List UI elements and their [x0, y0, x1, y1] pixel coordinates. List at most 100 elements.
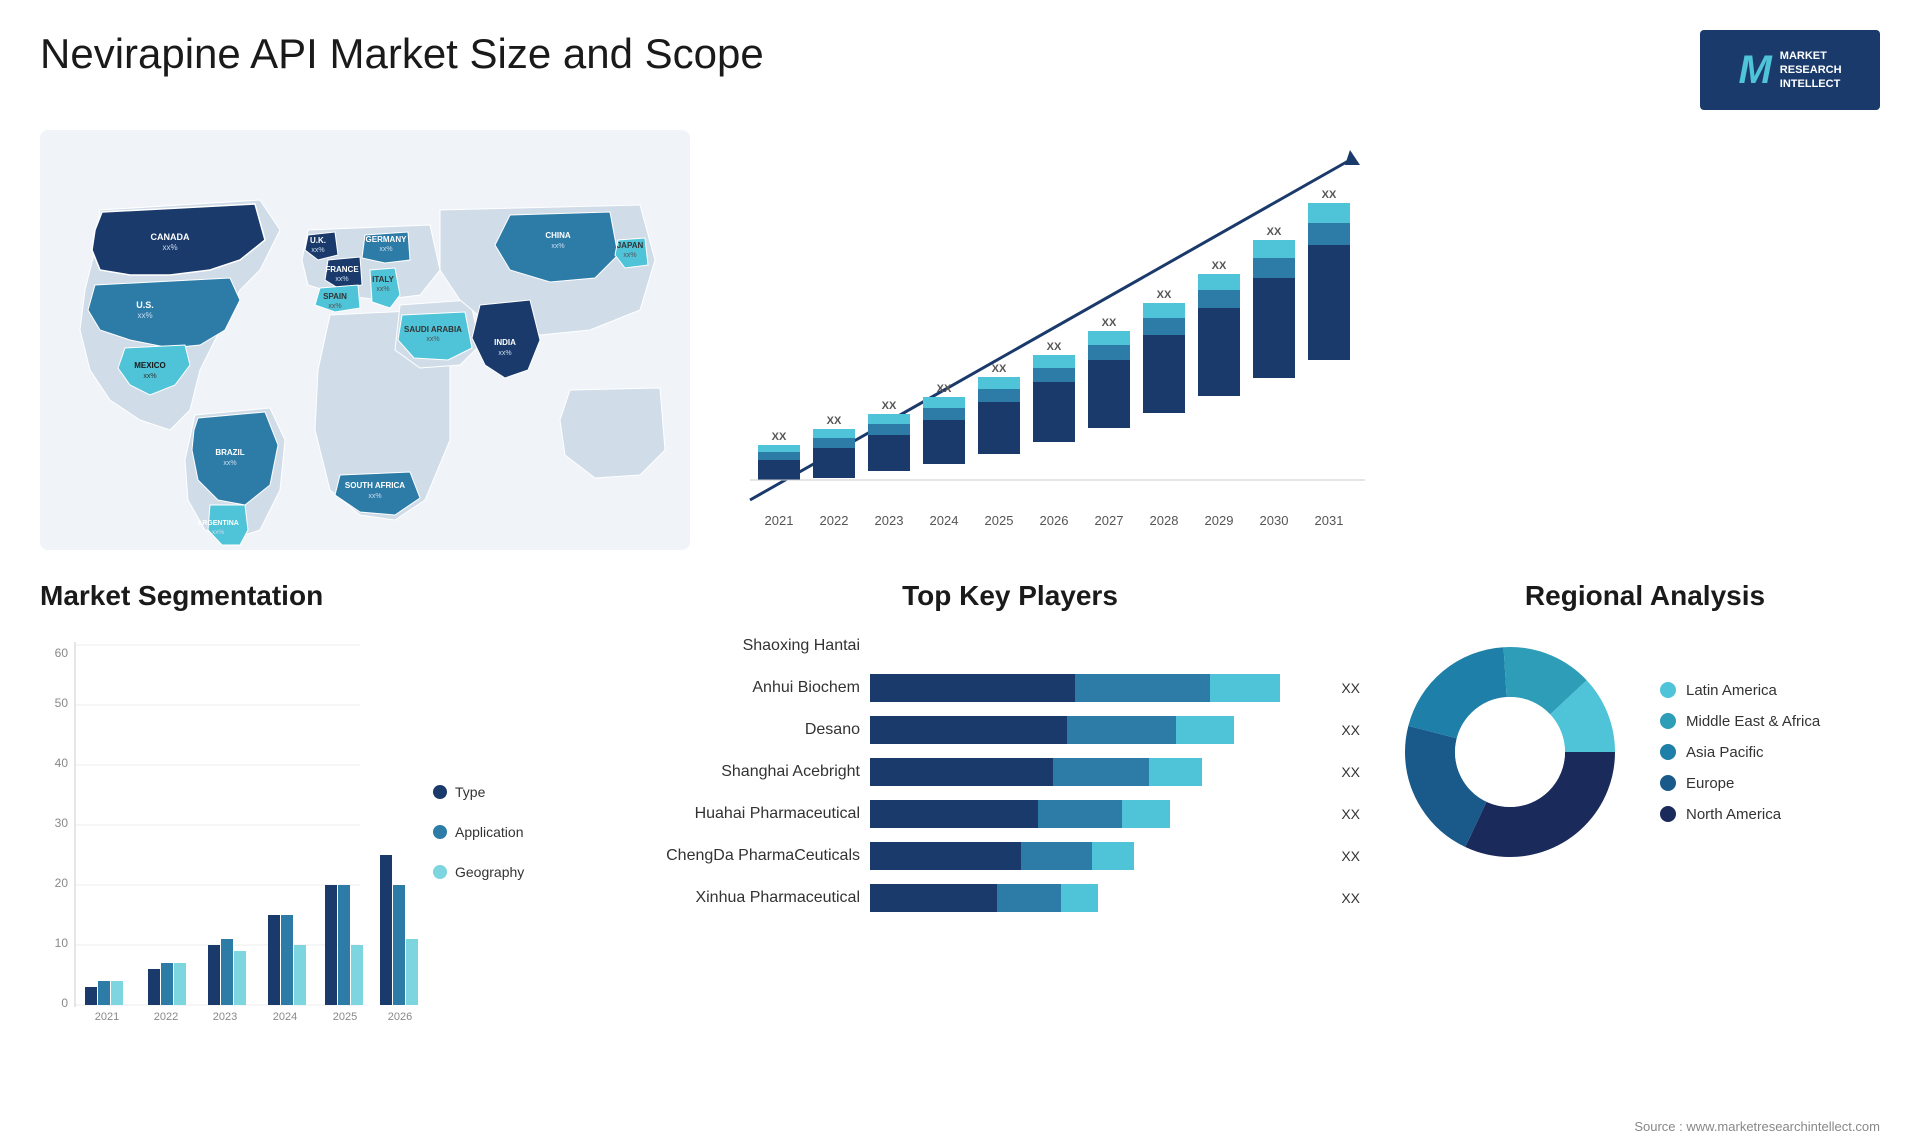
map-section: CANADA xx% U.S. xx% MEXICO xx% BRAZIL xx… — [40, 130, 690, 550]
legend-label-na: North America — [1686, 806, 1781, 823]
player-val-xinhua: XX — [1341, 890, 1360, 906]
player-bar-chengda — [870, 842, 1325, 870]
svg-text:xx%: xx% — [223, 460, 236, 467]
svg-text:XX: XX — [882, 400, 897, 412]
svg-text:2021: 2021 — [95, 1011, 119, 1023]
svg-text:SPAIN: SPAIN — [323, 292, 347, 301]
svg-text:2026: 2026 — [1040, 513, 1069, 528]
player-name-xinhua: Xinhua Pharmaceutical — [660, 889, 860, 907]
logo-area: M MARKET RESEARCH INTELLECT — [1700, 30, 1880, 110]
player-name-anhui: Anhui Biochem — [660, 679, 860, 697]
svg-text:Geography: Geography — [455, 864, 524, 880]
segmentation-chart: 0 10 20 30 40 50 60 2021 2022 2023 — [40, 632, 560, 1052]
header: Nevirapine API Market Size and Scope M M… — [40, 30, 1880, 110]
segmentation-section: Market Segmentation 0 10 20 30 40 50 60 … — [40, 580, 600, 1100]
legend-item-mea: Middle East & Africa — [1660, 713, 1820, 730]
players-section: Top Key Players Shaoxing Hantai Anhui Bi… — [660, 580, 1360, 1100]
growth-bar-chart: XX 2021 XX 2022 XX 2023 XX 2024 XX 2025 … — [710, 130, 1390, 550]
legend-item-apac: Asia Pacific — [1660, 744, 1820, 761]
svg-text:xx%: xx% — [379, 246, 392, 253]
player-name-shanghai: Shanghai Acebright — [660, 763, 860, 781]
player-name-desano: Desano — [660, 721, 860, 739]
svg-text:2031: 2031 — [1315, 513, 1344, 528]
svg-text:2023: 2023 — [875, 513, 904, 528]
svg-text:ITALY: ITALY — [372, 275, 394, 284]
svg-text:2027: 2027 — [1095, 513, 1124, 528]
player-bar-huahai — [870, 800, 1325, 828]
donut-chart — [1390, 632, 1630, 872]
player-val-shanghai: XX — [1341, 764, 1360, 780]
svg-text:XX: XX — [827, 415, 842, 427]
logo-box: M MARKET RESEARCH INTELLECT — [1700, 30, 1880, 110]
player-row-chengda: ChengDa PharmaCeuticals XX — [660, 842, 1360, 870]
svg-text:2030: 2030 — [1260, 513, 1289, 528]
svg-text:Type: Type — [455, 784, 486, 800]
svg-text:xx%: xx% — [311, 247, 324, 254]
svg-text:2022: 2022 — [820, 513, 849, 528]
svg-text:0: 0 — [61, 996, 68, 1010]
svg-text:SAUDI ARABIA: SAUDI ARABIA — [404, 325, 462, 334]
legend-dot-europe — [1660, 775, 1676, 791]
svg-text:xx%: xx% — [368, 493, 381, 500]
player-bar-shaoxing — [870, 632, 1360, 660]
svg-text:xx%: xx% — [623, 252, 636, 259]
player-row-shanghai: Shanghai Acebright XX — [660, 758, 1360, 786]
svg-text:2024: 2024 — [273, 1011, 297, 1023]
svg-text:BRAZIL: BRAZIL — [215, 448, 244, 457]
svg-text:xx%: xx% — [376, 286, 389, 293]
player-bar-anhui — [870, 674, 1325, 702]
svg-text:FRANCE: FRANCE — [325, 265, 359, 274]
logo-letter: M — [1738, 48, 1771, 93]
svg-text:20: 20 — [55, 876, 69, 890]
player-val-anhui: XX — [1341, 680, 1360, 696]
legend-item-na: North America — [1660, 806, 1820, 823]
player-bar-xinhua — [870, 884, 1325, 912]
player-val-chengda: XX — [1341, 848, 1360, 864]
legend-label-latin: Latin America — [1686, 682, 1777, 699]
svg-text:GERMANY: GERMANY — [366, 235, 408, 244]
legend-dot-apac — [1660, 744, 1676, 760]
svg-text:CHINA: CHINA — [545, 231, 571, 240]
svg-text:XX: XX — [1267, 226, 1282, 238]
svg-text:xx%: xx% — [335, 276, 348, 283]
svg-text:60: 60 — [55, 646, 69, 660]
page-title: Nevirapine API Market Size and Scope — [40, 30, 764, 78]
svg-text:xx%: xx% — [212, 529, 225, 536]
svg-text:xx%: xx% — [498, 350, 511, 357]
svg-text:XX: XX — [992, 363, 1007, 375]
player-row-desano: Desano XX — [660, 716, 1360, 744]
svg-text:30: 30 — [55, 816, 69, 830]
svg-text:2026: 2026 — [388, 1011, 412, 1023]
svg-text:U.K.: U.K. — [310, 236, 326, 245]
svg-text:2021: 2021 — [765, 513, 794, 528]
legend-dot-na — [1660, 806, 1676, 822]
source-text: Source : www.marketresearchintellect.com — [1634, 1119, 1880, 1134]
svg-text:MEXICO: MEXICO — [134, 361, 166, 370]
svg-text:XX: XX — [1047, 341, 1062, 353]
player-row-anhui: Anhui Biochem XX — [660, 674, 1360, 702]
svg-text:INDIA: INDIA — [494, 338, 516, 347]
world-map: CANADA xx% U.S. xx% MEXICO xx% BRAZIL xx… — [40, 130, 690, 550]
player-val-huahai: XX — [1341, 806, 1360, 822]
regional-title: Regional Analysis — [1390, 580, 1900, 612]
player-name-huahai: Huahai Pharmaceutical — [660, 805, 860, 823]
svg-text:2029: 2029 — [1205, 513, 1234, 528]
legend-label-europe: Europe — [1686, 775, 1734, 792]
bar-chart-section: XX 2021 XX 2022 XX 2023 XX 2024 XX 2025 … — [710, 130, 1390, 550]
player-name-chengda: ChengDa PharmaCeuticals — [660, 847, 860, 865]
legend-label-mea: Middle East & Africa — [1686, 713, 1820, 730]
svg-text:U.S.: U.S. — [136, 300, 154, 310]
svg-text:Application: Application — [455, 824, 524, 840]
legend-dot-latin — [1660, 682, 1676, 698]
svg-text:2025: 2025 — [985, 513, 1014, 528]
svg-text:50: 50 — [55, 696, 69, 710]
legend-item-latin: Latin America — [1660, 682, 1820, 699]
player-row-huahai: Huahai Pharmaceutical XX — [660, 800, 1360, 828]
legend-dot-mea — [1660, 713, 1676, 729]
svg-text:XX: XX — [1322, 189, 1337, 201]
svg-text:2022: 2022 — [154, 1011, 178, 1023]
legend-item-europe: Europe — [1660, 775, 1820, 792]
svg-text:xx%: xx% — [162, 243, 177, 252]
svg-text:xx%: xx% — [137, 311, 152, 320]
player-bar-desano — [870, 716, 1325, 744]
